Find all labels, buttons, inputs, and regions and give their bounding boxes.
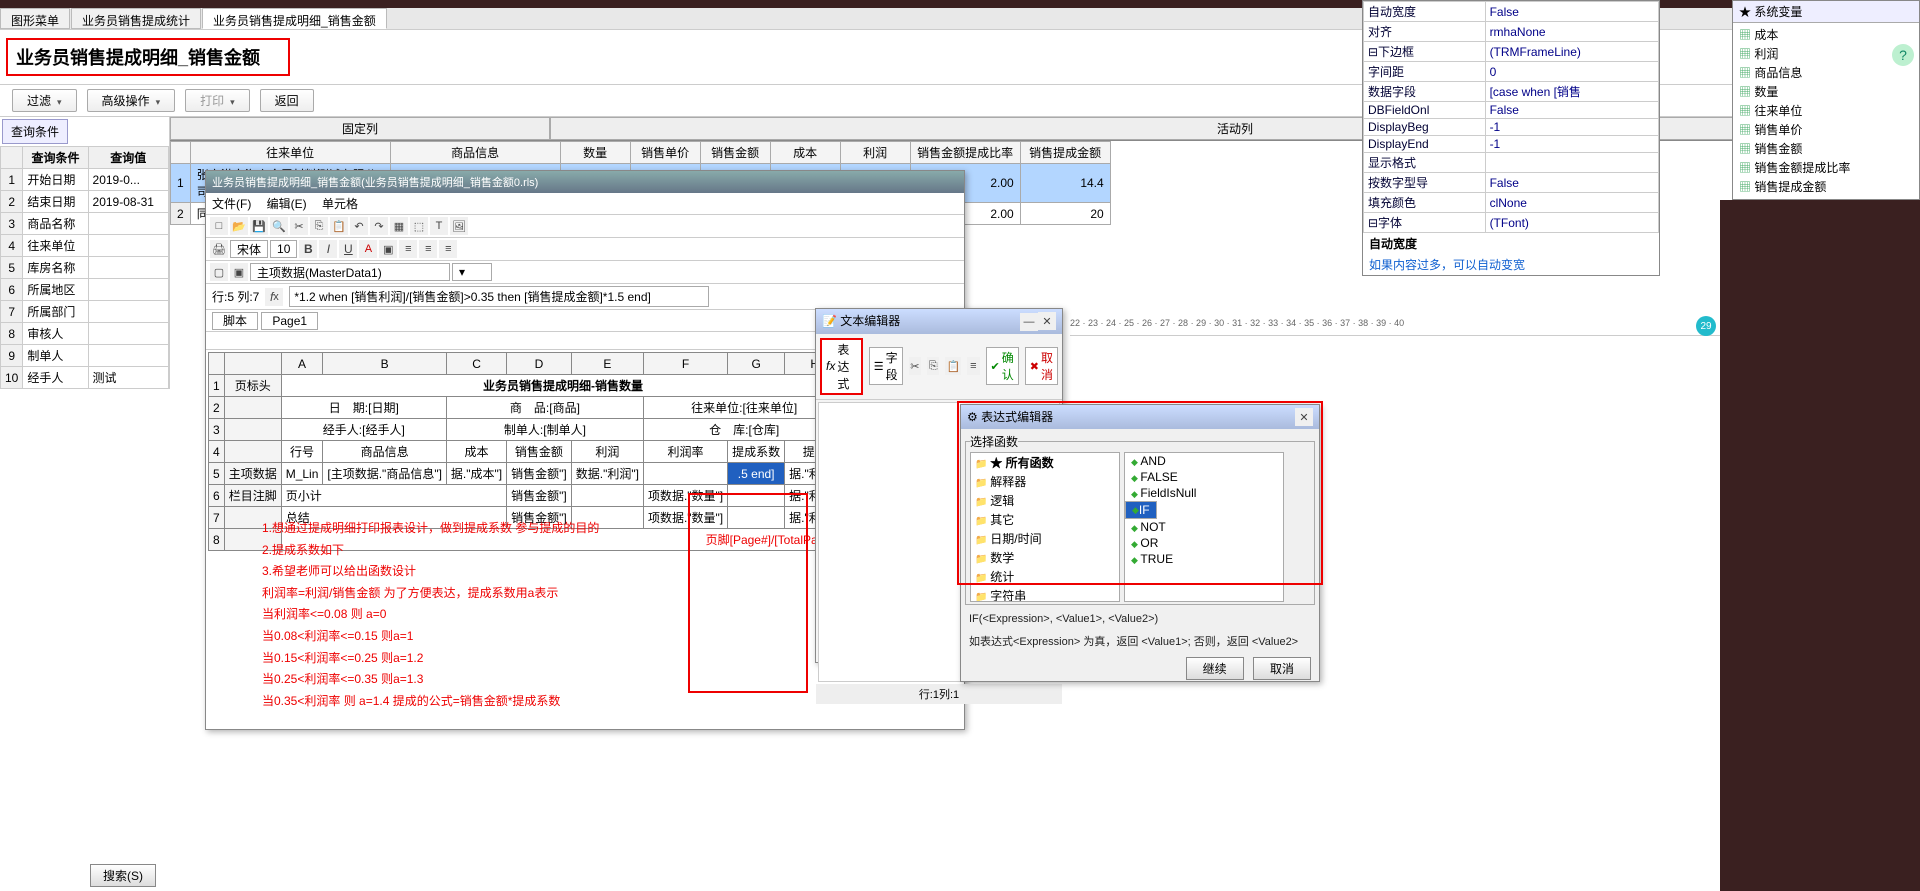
- query-row: 9制单人: [1, 345, 169, 367]
- sysvar-item[interactable]: 销售金额提成比率: [1737, 158, 1915, 177]
- properties-panel[interactable]: 自动宽度False 对齐rmhaNone ⊟下边框(TRMFrameLine) …: [1362, 0, 1660, 276]
- sysvar-item[interactable]: 成本: [1737, 25, 1915, 44]
- merge-icon[interactable]: ⬚: [410, 217, 428, 235]
- sysvar-item[interactable]: 往来单位: [1737, 101, 1915, 120]
- sysvar-item[interactable]: 商品信息: [1737, 63, 1915, 82]
- open-icon[interactable]: 📂: [230, 217, 248, 235]
- expression-editor-dialog[interactable]: ⚙ 表达式编辑器 ✕ 选择函数 ★ 所有函数 解释器 逻辑 其它 日期/时间 数…: [960, 404, 1320, 682]
- save-icon[interactable]: 💾: [250, 217, 268, 235]
- prop-hint: 如果内容过多，可以自动变宽: [1363, 254, 1659, 275]
- fn-category-tree[interactable]: ★ 所有函数 解释器 逻辑 其它 日期/时间 数学 统计 字符串: [970, 452, 1120, 602]
- sep-icon: ≡: [967, 357, 979, 375]
- query-row: 4往来单位: [1, 235, 169, 257]
- print-button[interactable]: 打印: [185, 89, 250, 112]
- query-grid[interactable]: 查询条件查询值 1开始日期2019-0... 2结束日期2019-08-31 3…: [0, 146, 169, 389]
- expr-tab-button[interactable]: fx 表达式: [820, 338, 863, 395]
- page-title: 业务员销售提成明细_销售金额: [6, 38, 290, 76]
- page-badge: 29: [1696, 316, 1716, 336]
- advanced-button[interactable]: 高级操作: [87, 89, 176, 112]
- image-icon[interactable]: 🖼: [450, 217, 468, 235]
- close-icon[interactable]: ✕: [1038, 312, 1056, 330]
- continue-button[interactable]: 继续: [1186, 657, 1244, 680]
- fillcolor-icon[interactable]: ▣: [379, 240, 397, 258]
- query-row: 3商品名称: [1, 213, 169, 235]
- cancel-button[interactable]: 取消: [1253, 657, 1311, 680]
- text-editor-status: 行:1列:1: [816, 684, 1062, 704]
- menu-file[interactable]: 文件(F): [212, 197, 251, 211]
- query-row: 6所属地区: [1, 279, 169, 301]
- fn-signature: IF(<Expression>, <Value1>, <Value2>): [961, 609, 1319, 629]
- query-row: 2结束日期2019-08-31: [1, 191, 169, 213]
- query-row: 5库房名称: [1, 257, 169, 279]
- fontsize-select[interactable]: 10: [270, 240, 297, 258]
- print-icon[interactable]: 🖨: [210, 240, 228, 258]
- paste-icon[interactable]: 📋: [330, 217, 348, 235]
- ok-button[interactable]: ✔ 确认: [986, 347, 1019, 385]
- sysvar-item[interactable]: 数量: [1737, 82, 1915, 101]
- sysvar-item[interactable]: 销售提成金额: [1737, 177, 1915, 196]
- new-icon[interactable]: □: [210, 217, 228, 235]
- font-select[interactable]: 宋体: [230, 240, 268, 258]
- sysvar-item[interactable]: 销售单价: [1737, 120, 1915, 139]
- back-button[interactable]: 返回: [260, 89, 314, 112]
- bold-icon[interactable]: B: [299, 240, 317, 258]
- selected-cell: .5 end]: [728, 463, 785, 485]
- query-row: 8审核人: [1, 323, 169, 345]
- filter-button[interactable]: 过滤: [12, 89, 77, 112]
- cell-pos: 行:5 列:7: [212, 288, 259, 305]
- text-icon[interactable]: T: [430, 217, 448, 235]
- cut-icon[interactable]: ✂: [290, 217, 308, 235]
- border-icon[interactable]: ▢: [210, 263, 228, 281]
- formula-input[interactable]: *1.2 when [销售利润]/[销售金额]>0.35 then [销售提成金…: [289, 286, 709, 307]
- underline-icon[interactable]: U: [339, 240, 357, 258]
- align-left-icon[interactable]: ≡: [399, 240, 417, 258]
- menu-edit[interactable]: 编辑(E): [267, 197, 307, 211]
- designer-title: 业务员销售提成明细_销售金额(业务员销售提成明细_销售金额0.rls): [206, 171, 964, 193]
- query-tab[interactable]: 查询条件: [2, 119, 68, 144]
- sheet-page1[interactable]: Page1: [261, 312, 318, 330]
- fn-if: IF: [1125, 501, 1157, 519]
- query-row: 7所属部门: [1, 301, 169, 323]
- sysvar-item[interactable]: 销售金额: [1737, 139, 1915, 158]
- right-dark-bg: [1720, 200, 1920, 891]
- zoom-select[interactable]: ▾: [452, 263, 492, 281]
- close-icon[interactable]: ✕: [1295, 408, 1313, 426]
- query-row: 1开始日期2019-0...: [1, 169, 169, 191]
- sysvar-title: ★ 系统变量: [1739, 5, 1802, 19]
- cancel-button[interactable]: ✖ 取消: [1025, 347, 1058, 385]
- fontcolor-icon[interactable]: A: [359, 240, 377, 258]
- align-center-icon[interactable]: ≡: [419, 240, 437, 258]
- border2-icon[interactable]: ▣: [230, 263, 248, 281]
- sysvar-panel[interactable]: ★ 系统变量 成本 利润 商品信息 数量 往来单位 销售单价 销售金额 销售金额…: [1732, 0, 1920, 200]
- fixed-cols-label: 固定列: [170, 117, 550, 140]
- band-select[interactable]: 主项数据(MasterData1): [250, 263, 450, 281]
- search-button[interactable]: 搜索(S): [90, 864, 156, 887]
- align-right-icon[interactable]: ≡: [439, 240, 457, 258]
- help-icon[interactable]: ?: [1892, 44, 1914, 66]
- background-ruler: 22 · 23 · 24 · 25 · 26 · 27 · 28 · 29 · …: [1070, 318, 1720, 336]
- copy-icon[interactable]: ⎘: [927, 357, 939, 375]
- query-row: 10经手人测试: [1, 367, 169, 389]
- copy-icon[interactable]: ⎘: [310, 217, 328, 235]
- undo-icon[interactable]: ↶: [350, 217, 368, 235]
- menu-cell[interactable]: 单元格: [322, 197, 358, 211]
- redo-icon[interactable]: ↷: [370, 217, 388, 235]
- fx-icon[interactable]: fx: [265, 288, 283, 306]
- tab-graphic-menu[interactable]: 图形菜单: [0, 8, 70, 29]
- paste-icon[interactable]: 📋: [945, 357, 961, 375]
- field-tab-button[interactable]: ☰ 字段: [869, 347, 903, 385]
- fn-list[interactable]: AND FALSE FieldIsNull IF NOT OR TRUE: [1124, 452, 1284, 602]
- tab-commission-stats[interactable]: 业务员销售提成统计: [71, 8, 201, 29]
- minimize-icon[interactable]: —: [1020, 313, 1038, 331]
- sheet-script[interactable]: 脚本: [212, 312, 258, 330]
- preview-icon[interactable]: 🔍: [270, 217, 288, 235]
- italic-icon[interactable]: I: [319, 240, 337, 258]
- sysvar-item[interactable]: 利润: [1737, 44, 1915, 63]
- grid-icon[interactable]: ▦: [390, 217, 408, 235]
- cut-icon[interactable]: ✂: [909, 357, 921, 375]
- red-annotations: 1.想通过提成明细打印报表设计，做到提成系数 参与提成的目的 2.提成系数如下 …: [262, 518, 599, 712]
- active-cols-label: 活动列: [550, 117, 1920, 140]
- fn-desc: 如表达式<Expression> 为真，返回 <Value1>; 否则，返回 <…: [961, 629, 1319, 653]
- tab-commission-detail[interactable]: 业务员销售提成明细_销售金额: [202, 8, 387, 29]
